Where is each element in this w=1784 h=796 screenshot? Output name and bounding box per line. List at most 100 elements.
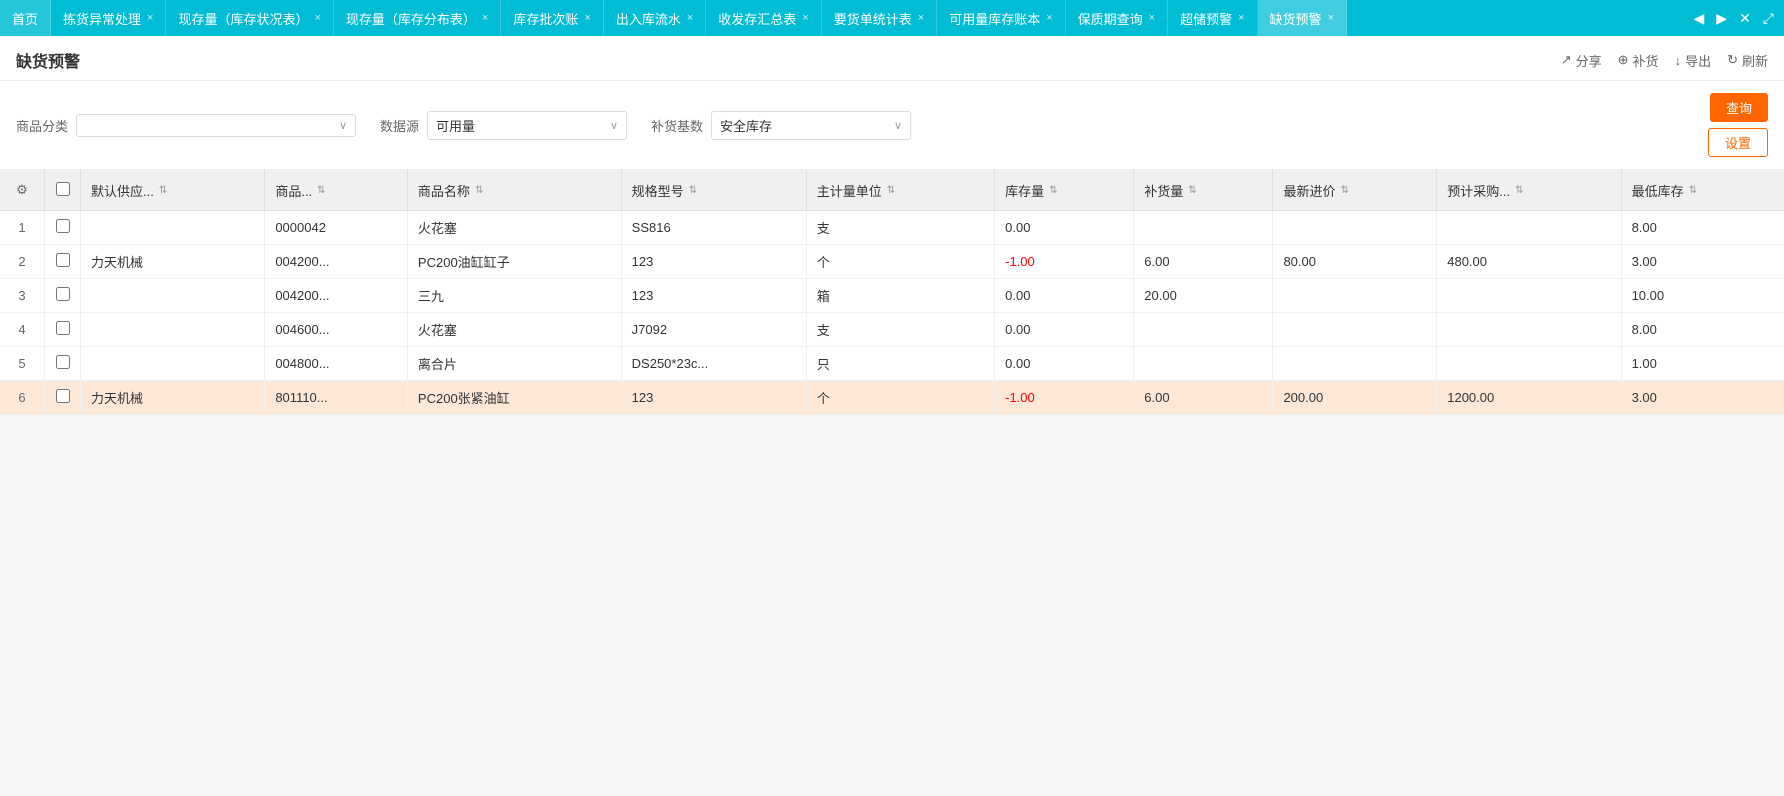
chevron-down-icon: ∨ [610,119,618,132]
nav-tab-overstock[interactable]: 超储预警 × [1168,0,1257,36]
export-label: 导出 [1685,51,1711,70]
cell-product-code: 004200... [265,245,408,279]
th-min-stock[interactable]: 最低库存 ⇅ [1621,170,1784,211]
row-checkbox-cell[interactable] [45,313,81,347]
replenish-button[interactable]: ⊕ 补货 [1618,51,1659,70]
table-header-row: ⚙ 默认供应... ⇅ 商品... ⇅ [0,170,1784,211]
category-select[interactable]: ∨ [76,114,356,137]
nav-tab-inventory-status[interactable]: 现存量（库存状况表） × [166,0,333,36]
th-supplier[interactable]: 默认供应... ⇅ [81,170,265,211]
th-spec[interactable]: 规格型号 ⇅ [621,170,806,211]
category-filter-label: 商品分类 [16,116,68,135]
close-icon[interactable]: × [802,12,808,24]
nav-tab-inout-flow[interactable]: 出入库流水 × [604,0,706,36]
settings-button[interactable]: 设置 [1708,128,1768,157]
nav-close-button[interactable]: ✕ [1733,6,1757,31]
row-checkbox[interactable] [56,287,70,301]
th-replenish[interactable]: 补货量 ⇅ [1134,170,1273,211]
cell-product-name: PC200油缸缸子 [407,245,621,279]
nav-tab-available-ledger[interactable]: 可用量库存账本 × [937,0,1065,36]
nav-tab-exception[interactable]: 拣货异常处理 × [51,0,166,36]
nav-expand-button[interactable]: ⤢ [1757,6,1780,31]
row-checkbox-cell[interactable] [45,381,81,415]
close-icon[interactable]: × [1238,12,1244,24]
export-button[interactable]: ↓ 导出 [1675,51,1712,70]
cell-stock: -1.00 [995,381,1134,415]
row-checkbox-cell[interactable] [45,245,81,279]
nav-tab-home[interactable]: 首页 [0,0,51,36]
row-checkbox[interactable] [56,355,70,369]
cell-min-stock: 1.00 [1621,347,1784,381]
sort-icon: ⇅ [1689,185,1697,196]
cell-latest-price [1273,313,1437,347]
nav-controls: ◀ ▶ ✕ ⤢ [1688,6,1784,31]
cell-supplier: 力天机械 [81,245,265,279]
cell-est-purchase [1437,279,1621,313]
close-icon[interactable]: × [482,12,488,24]
cell-replenish: 6.00 [1134,381,1273,415]
th-product-name[interactable]: 商品名称 ⇅ [407,170,621,211]
cell-replenish: 20.00 [1134,279,1273,313]
nav-prev-button[interactable]: ◀ [1688,6,1711,31]
th-stock[interactable]: 库存量 ⇅ [995,170,1134,211]
cell-product-name: PC200张紧油缸 [407,381,621,415]
replenish-base-select[interactable]: 安全库存 ∨ [711,111,911,140]
close-icon[interactable]: × [687,12,693,24]
th-est-purchase[interactable]: 预计采购... ⇅ [1437,170,1621,211]
nav-tab-demand-stats[interactable]: 要货单统计表 × [822,0,937,36]
th-product-code[interactable]: 商品... ⇅ [265,170,408,211]
datasource-filter-label: 数据源 [380,116,419,135]
row-number: 2 [0,245,45,279]
cell-unit: 箱 [806,279,994,313]
nav-tab-batch[interactable]: 库存批次账 × [501,0,603,36]
refresh-button[interactable]: ↻ 刷新 [1727,51,1768,70]
row-checkbox-cell[interactable] [45,211,81,245]
row-checkbox-cell[interactable] [45,279,81,313]
close-icon[interactable]: × [1046,12,1052,24]
close-icon[interactable]: × [147,12,153,24]
cell-spec: 123 [621,381,806,415]
th-gear[interactable]: ⚙ [0,170,45,211]
row-checkbox[interactable] [56,321,70,335]
nav-tab-shortage[interactable]: 缺货预警 × [1258,0,1347,36]
nav-tab-label: 现存量（库存状况表） [178,9,308,28]
cell-product-name: 三九 [407,279,621,313]
nav-tab-label: 要货单统计表 [834,9,912,28]
cell-est-purchase: 1200.00 [1437,381,1621,415]
close-icon[interactable]: × [1328,12,1334,24]
row-checkbox-cell[interactable] [45,347,81,381]
chevron-down-icon: ∨ [339,119,347,132]
nav-next-button[interactable]: ▶ [1710,6,1733,31]
share-icon: ↗ [1561,52,1572,68]
th-latest-price[interactable]: 最新进价 ⇅ [1273,170,1437,211]
nav-tab-receipt-summary[interactable]: 收发存汇总表 × [706,0,821,36]
close-icon[interactable]: × [314,12,320,24]
cell-replenish [1134,347,1273,381]
cell-min-stock: 3.00 [1621,381,1784,415]
cell-spec: DS250*23c... [621,347,806,381]
cell-est-purchase [1437,347,1621,381]
row-checkbox[interactable] [56,219,70,233]
nav-tab-inventory-dist[interactable]: 现存量（库存分布表） × [334,0,501,36]
page-header: 缺货预警 ↗ 分享 ⊕ 补货 ↓ 导出 ↻ 刷新 [0,36,1784,81]
sort-icon: ⇅ [317,185,325,196]
close-icon[interactable]: × [918,12,924,24]
share-button[interactable]: ↗ 分享 [1561,51,1602,70]
row-checkbox[interactable] [56,389,70,403]
sort-icon: ⇅ [689,185,697,196]
nav-tab-expiry[interactable]: 保质期查询 × [1066,0,1168,36]
close-icon[interactable]: × [1149,12,1155,24]
query-button[interactable]: 查询 [1710,93,1768,122]
row-checkbox[interactable] [56,253,70,267]
cell-product-code: 004200... [265,279,408,313]
close-icon[interactable]: × [584,12,590,24]
select-all-checkbox[interactable] [56,182,70,196]
cell-unit: 只 [806,347,994,381]
th-checkbox[interactable] [45,170,81,211]
gear-icon[interactable]: ⚙ [10,178,34,202]
sort-icon: ⇅ [1515,185,1523,196]
nav-tab-label: 缺货预警 [1270,9,1322,28]
th-unit[interactable]: 主计量单位 ⇅ [806,170,994,211]
datasource-select[interactable]: 可用量 ∨ [427,111,627,140]
cell-min-stock: 3.00 [1621,245,1784,279]
